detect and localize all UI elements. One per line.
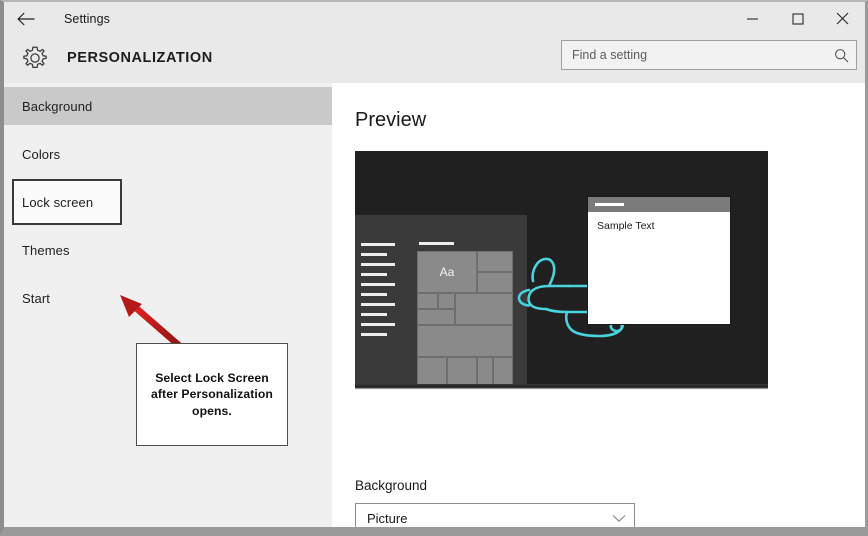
annotation-callout-text: Select Lock Screen after Personalization…: [151, 371, 273, 418]
preview-sample-window: Sample Text: [588, 197, 730, 324]
window-controls: [730, 2, 865, 35]
preview-app-line: [361, 303, 395, 306]
search-box[interactable]: [561, 40, 857, 70]
title-bar: Settings: [4, 2, 865, 35]
preview-app-line: [361, 243, 395, 246]
sidebar-item-label: Start: [22, 290, 50, 306]
settings-window: Settings PERSONALIZATION Find a setting …: [0, 0, 868, 536]
preview-tile-grid: Aa: [417, 251, 513, 386]
preview-tile: [417, 357, 447, 386]
preview-app-line: [361, 323, 395, 326]
preview-app-list: [361, 243, 397, 336]
preview-tile-text: Aa: [439, 265, 455, 279]
close-icon: [836, 12, 849, 25]
settings-content-pane: Preview Aa Sample Text Background Pictur…: [332, 83, 865, 527]
background-section-label: Background: [355, 478, 428, 493]
chevron-down-icon: [612, 515, 626, 523]
preview-tile-aa: Aa: [417, 251, 477, 293]
preview-sample-window-body: Sample Text: [588, 212, 730, 232]
search-icon: [834, 48, 848, 62]
sidebar-item-themes[interactable]: Themes: [4, 231, 332, 269]
preview-tile: [477, 272, 513, 293]
preview-heading: Preview: [355, 109, 427, 131]
preview-tile: [447, 357, 477, 386]
sidebar-item-label: Themes: [22, 242, 70, 258]
preview-tile: [455, 293, 513, 325]
preview-tile: [477, 357, 493, 386]
preview-app-line: [361, 263, 395, 266]
preview-tile: [438, 293, 455, 309]
gear-icon: [23, 46, 47, 69]
settings-sidebar: Background Colors Lock screen Themes Sta…: [4, 83, 332, 527]
window-title: Settings: [64, 11, 110, 26]
preview-app-line: [361, 313, 387, 316]
maximize-icon: [791, 12, 804, 25]
preview-tile: [417, 325, 513, 357]
preview-app-line: [361, 293, 387, 296]
sidebar-item-label: Lock screen: [22, 194, 94, 210]
maximize-button[interactable]: [775, 2, 820, 35]
preview-image-shadow: [355, 384, 768, 390]
preview-tile: [417, 293, 438, 309]
minimize-icon: [747, 18, 758, 20]
preview-app-line: [361, 333, 387, 336]
sidebar-item-label: Background: [22, 98, 93, 114]
sidebar-item-colors[interactable]: Colors: [4, 135, 332, 173]
chevron-down-icon-wrapper: [604, 514, 634, 523]
preview-tile: [477, 251, 513, 272]
sidebar-item-start[interactable]: Start: [4, 279, 332, 317]
preview-image: Aa Sample Text: [355, 151, 768, 387]
preview-tile-group-label: [419, 242, 454, 245]
preview-app-line: [361, 253, 387, 256]
search-icon-wrapper: [826, 41, 856, 69]
preview-start-menu: Aa: [355, 215, 527, 387]
background-type-value: Picture: [367, 511, 408, 526]
annotation-callout-box: Select Lock Screen after Personalization…: [136, 343, 288, 446]
preview-tile: [493, 357, 513, 386]
page-title: PERSONALIZATION: [67, 50, 213, 66]
page-header: PERSONALIZATION: [4, 35, 865, 83]
preview-app-line: [361, 283, 395, 286]
sidebar-item-background[interactable]: Background: [4, 87, 332, 125]
gear-icon-wrapper: [20, 43, 50, 73]
preview-tile: [417, 309, 455, 325]
search-input[interactable]: [562, 41, 826, 69]
arrow-left-icon: [16, 12, 34, 25]
background-type-dropdown[interactable]: Picture: [355, 503, 635, 527]
close-button[interactable]: [820, 2, 865, 35]
back-button[interactable]: [4, 2, 48, 35]
preview-app-line: [361, 273, 387, 276]
preview-sample-text: Sample Text: [597, 220, 655, 232]
sidebar-item-label: Colors: [22, 146, 61, 162]
sidebar-item-lock-screen[interactable]: Lock screen: [4, 183, 332, 221]
preview-sample-window-title-placeholder: [595, 203, 624, 206]
preview-sample-window-titlebar: [588, 197, 730, 212]
minimize-button[interactable]: [730, 2, 775, 35]
